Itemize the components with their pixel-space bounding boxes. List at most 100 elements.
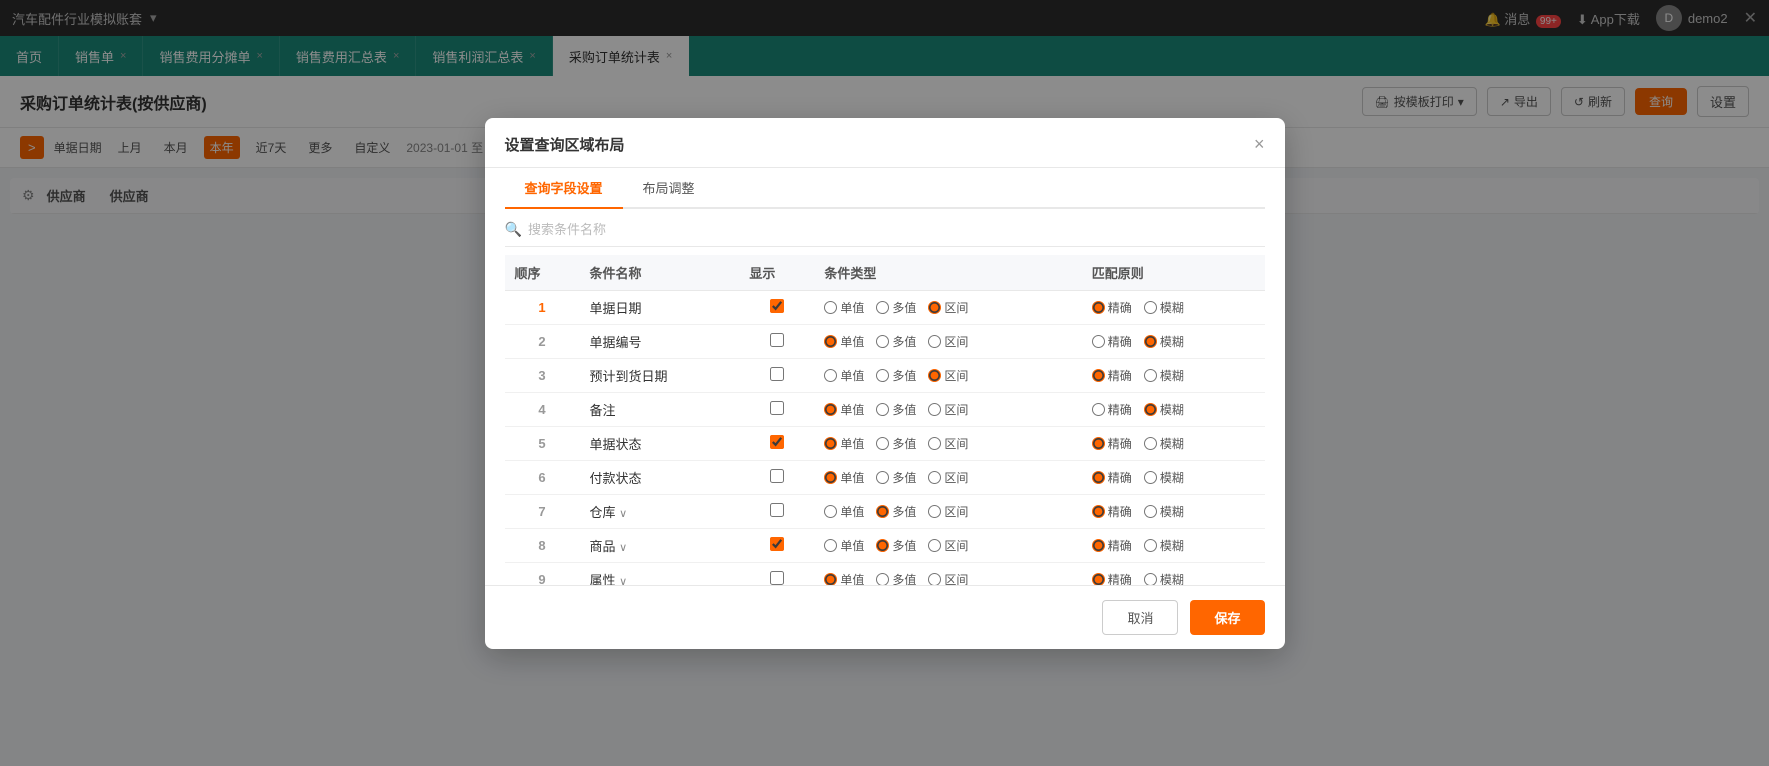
row-name: 单据日期	[580, 290, 740, 324]
table-row: 2单据编号单值多值区间精确模糊	[505, 324, 1265, 358]
type-option-2[interactable]: 区间	[928, 299, 968, 316]
search-input[interactable]	[528, 222, 728, 237]
row-type: 单值多值区间	[814, 460, 1081, 494]
match-option-1[interactable]: 模糊	[1144, 299, 1184, 316]
dialog-header: 设置查询区域布局 ×	[485, 118, 1285, 168]
match-option-0[interactable]: 精确	[1092, 469, 1132, 486]
display-checkbox[interactable]	[770, 299, 784, 313]
type-option-2[interactable]: 区间	[928, 401, 968, 418]
type-option-0[interactable]: 单值	[824, 435, 864, 452]
row-order: 2	[505, 324, 580, 358]
tab-layout-adjust-label: 布局调整	[643, 181, 695, 196]
dialog-close-button[interactable]: ×	[1254, 134, 1265, 155]
display-checkbox[interactable]	[770, 401, 784, 415]
type-option-2[interactable]: 区间	[928, 537, 968, 554]
table-row: 3预计到货日期单值多值区间精确模糊	[505, 358, 1265, 392]
row-name: 仓库 ∨	[580, 494, 740, 528]
type-option-2[interactable]: 区间	[928, 333, 968, 350]
match-option-1[interactable]: 模糊	[1144, 333, 1184, 350]
type-option-2[interactable]: 区间	[928, 571, 968, 585]
table-row: 7仓库 ∨单值多值区间精确模糊	[505, 494, 1265, 528]
row-type: 单值多值区间	[814, 324, 1081, 358]
type-option-2[interactable]: 区间	[928, 367, 968, 384]
display-checkbox[interactable]	[770, 469, 784, 483]
row-name: 单据状态	[580, 426, 740, 460]
row-match: 精确模糊	[1082, 426, 1265, 460]
display-checkbox[interactable]	[770, 367, 784, 381]
type-option-1[interactable]: 多值	[876, 333, 916, 350]
type-option-0[interactable]: 单值	[824, 469, 864, 486]
table-row: 4备注单值多值区间精确模糊	[505, 392, 1265, 426]
type-option-0[interactable]: 单值	[824, 401, 864, 418]
match-option-0[interactable]: 精确	[1092, 367, 1132, 384]
match-option-0[interactable]: 精确	[1092, 435, 1132, 452]
dialog-tabs: 查询字段设置 布局调整	[505, 168, 1265, 209]
type-option-2[interactable]: 区间	[928, 503, 968, 520]
type-option-2[interactable]: 区间	[928, 435, 968, 452]
cancel-button[interactable]: 取消	[1102, 600, 1178, 635]
table-row: 1单据日期单值多值区间精确模糊	[505, 290, 1265, 324]
row-display	[739, 426, 814, 460]
type-option-1[interactable]: 多值	[876, 571, 916, 585]
match-option-1[interactable]: 模糊	[1144, 503, 1184, 520]
row-match: 精确模糊	[1082, 460, 1265, 494]
row-match: 精确模糊	[1082, 494, 1265, 528]
type-option-0[interactable]: 单值	[824, 503, 864, 520]
modal-overlay: 设置查询区域布局 × 查询字段设置 布局调整 🔍	[0, 0, 1769, 766]
display-checkbox[interactable]	[770, 537, 784, 551]
tab-layout-adjust[interactable]: 布局调整	[623, 168, 715, 209]
row-display	[739, 290, 814, 324]
match-option-0[interactable]: 精确	[1092, 571, 1132, 585]
row-type: 单值多值区间	[814, 392, 1081, 426]
type-option-1[interactable]: 多值	[876, 367, 916, 384]
display-checkbox[interactable]	[770, 503, 784, 517]
row-order: 3	[505, 358, 580, 392]
col-header-order: 顺序	[505, 255, 580, 291]
type-option-1[interactable]: 多值	[876, 299, 916, 316]
col-header-match: 匹配原则	[1082, 255, 1265, 291]
match-option-0[interactable]: 精确	[1092, 333, 1132, 350]
type-option-1[interactable]: 多值	[876, 401, 916, 418]
row-display	[739, 324, 814, 358]
match-option-1[interactable]: 模糊	[1144, 537, 1184, 554]
row-match: 精确模糊	[1082, 562, 1265, 585]
tab-query-fields[interactable]: 查询字段设置	[505, 168, 623, 209]
type-option-2[interactable]: 区间	[928, 469, 968, 486]
match-option-1[interactable]: 模糊	[1144, 367, 1184, 384]
type-option-0[interactable]: 单值	[824, 571, 864, 585]
match-option-0[interactable]: 精确	[1092, 537, 1132, 554]
type-option-1[interactable]: 多值	[876, 469, 916, 486]
row-display	[739, 494, 814, 528]
row-type: 单值多值区间	[814, 528, 1081, 562]
match-option-0[interactable]: 精确	[1092, 503, 1132, 520]
row-name: 属性 ∨	[580, 562, 740, 585]
match-option-1[interactable]: 模糊	[1144, 469, 1184, 486]
match-option-1[interactable]: 模糊	[1144, 401, 1184, 418]
save-button[interactable]: 保存	[1190, 600, 1264, 635]
type-option-0[interactable]: 单值	[824, 367, 864, 384]
match-option-0[interactable]: 精确	[1092, 401, 1132, 418]
type-option-0[interactable]: 单值	[824, 333, 864, 350]
match-option-1[interactable]: 模糊	[1144, 435, 1184, 452]
row-name: 商品 ∨	[580, 528, 740, 562]
type-option-0[interactable]: 单值	[824, 537, 864, 554]
type-option-0[interactable]: 单值	[824, 299, 864, 316]
row-name: 单据编号	[580, 324, 740, 358]
row-display	[739, 392, 814, 426]
row-display	[739, 562, 814, 585]
type-option-1[interactable]: 多值	[876, 503, 916, 520]
display-checkbox[interactable]	[770, 435, 784, 449]
match-option-0[interactable]: 精确	[1092, 299, 1132, 316]
match-option-1[interactable]: 模糊	[1144, 571, 1184, 585]
col-header-type: 条件类型	[814, 255, 1081, 291]
row-match: 精确模糊	[1082, 358, 1265, 392]
type-option-1[interactable]: 多值	[876, 537, 916, 554]
display-checkbox[interactable]	[770, 571, 784, 585]
table-row: 6付款状态单值多值区间精确模糊	[505, 460, 1265, 494]
display-checkbox[interactable]	[770, 333, 784, 347]
dialog-body: 查询字段设置 布局调整 🔍 顺序 条件名称 显示	[485, 168, 1285, 585]
col-header-display: 显示	[739, 255, 814, 291]
search-icon: 🔍	[505, 221, 522, 238]
table-row: 5单据状态单值多值区间精确模糊	[505, 426, 1265, 460]
type-option-1[interactable]: 多值	[876, 435, 916, 452]
